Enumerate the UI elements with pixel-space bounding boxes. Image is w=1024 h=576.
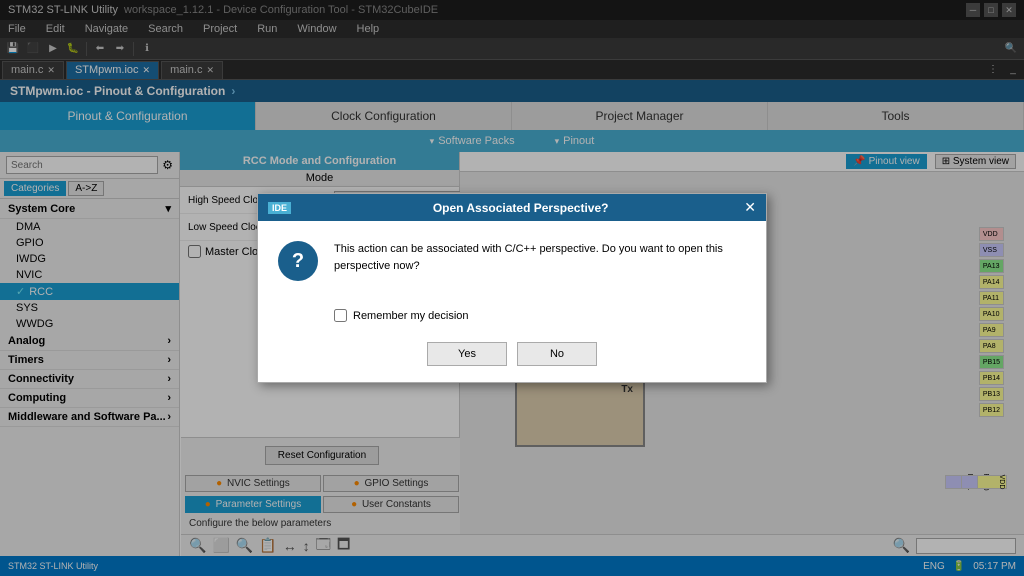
- dialog-checkbox-label: Remember my decision: [353, 310, 469, 322]
- dialog-no-button[interactable]: No: [517, 342, 597, 366]
- dialog-buttons: Yes No: [258, 334, 766, 382]
- dialog-icon-ide: IDE: [268, 202, 291, 214]
- dialog-close-button[interactable]: ✕: [744, 199, 756, 216]
- dialog-checkbox-row: Remember my decision: [258, 301, 766, 334]
- dialog-message: This action can be associated with C/C++…: [334, 241, 746, 274]
- dialog-yes-button[interactable]: Yes: [427, 342, 507, 366]
- dialog: IDE Open Associated Perspective? ✕ ? Thi…: [257, 193, 767, 383]
- dialog-title: Open Associated Perspective?: [433, 201, 609, 215]
- dialog-body: ? This action can be associated with C/C…: [258, 221, 766, 301]
- dialog-overlay: IDE Open Associated Perspective? ✕ ? Thi…: [0, 0, 1024, 576]
- dialog-title-bar: IDE Open Associated Perspective? ✕: [258, 194, 766, 221]
- dialog-question-icon: ?: [278, 241, 318, 281]
- dialog-remember-checkbox[interactable]: [334, 309, 347, 322]
